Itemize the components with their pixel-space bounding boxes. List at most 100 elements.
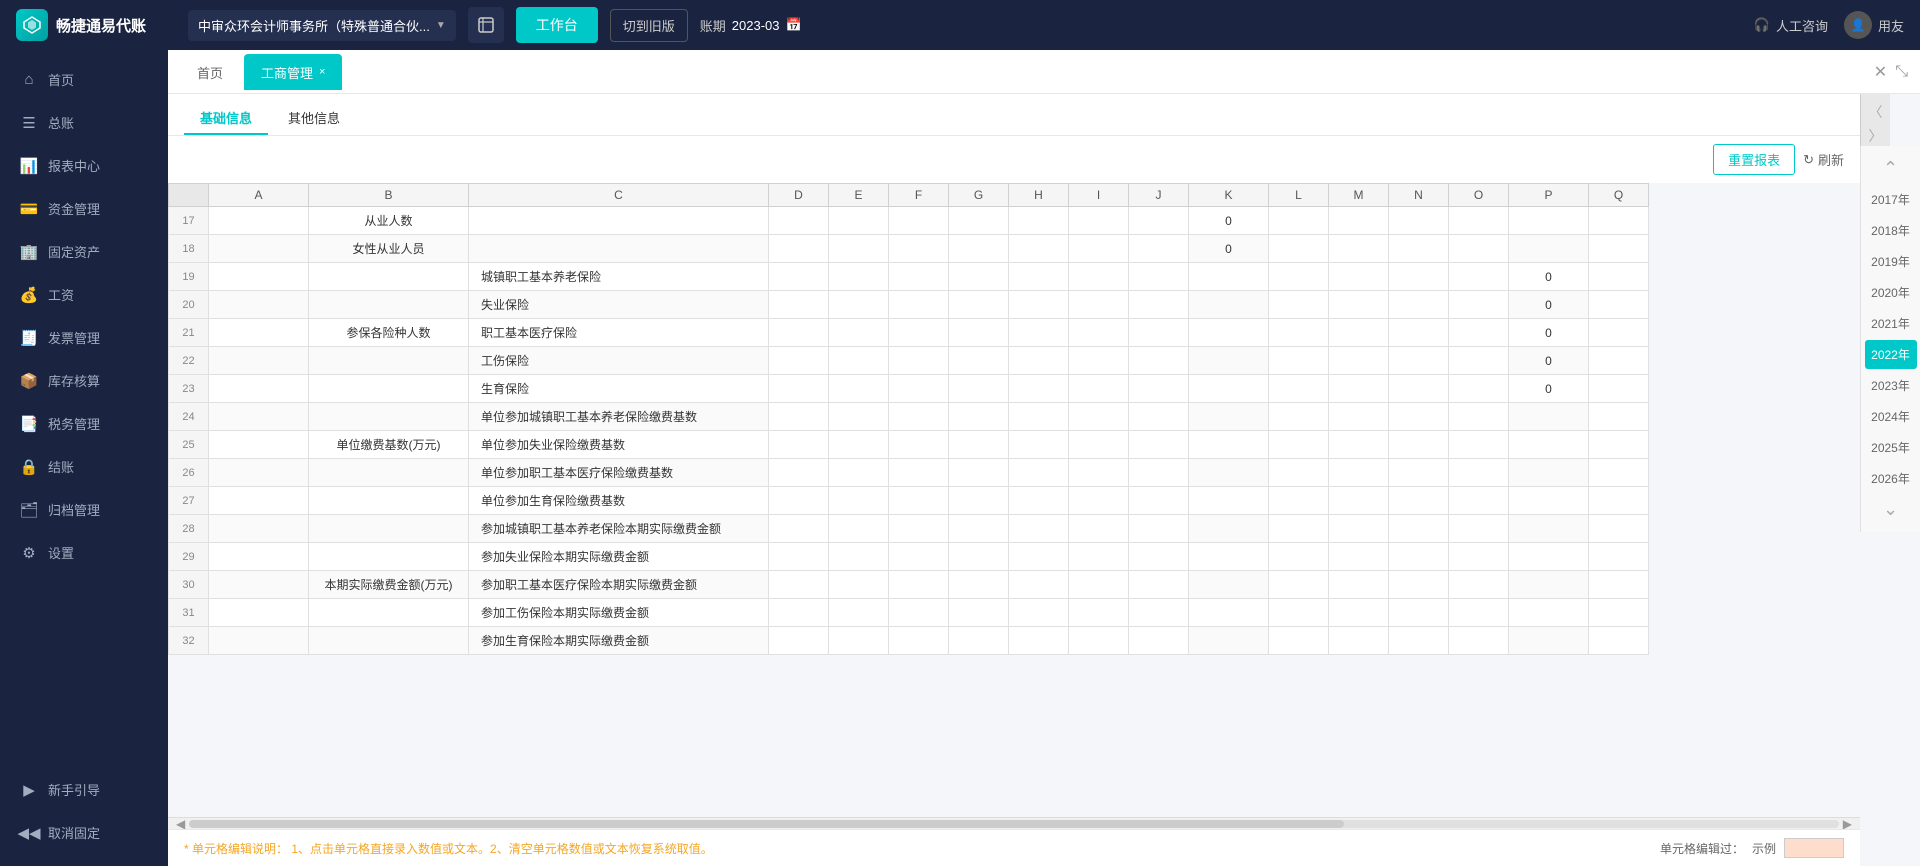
- sidebar-item-ledger[interactable]: ☰ 总账: [0, 101, 168, 144]
- cell-col-o[interactable]: [1449, 263, 1509, 291]
- cell-col-p[interactable]: [1509, 403, 1589, 431]
- cell-col-f[interactable]: [889, 403, 949, 431]
- cell-col-i[interactable]: [1069, 515, 1129, 543]
- cell-col-f[interactable]: [889, 263, 949, 291]
- cell-col-g[interactable]: [949, 319, 1009, 347]
- cell-col-o[interactable]: [1449, 487, 1509, 515]
- cell-col-l[interactable]: [1269, 207, 1329, 235]
- cell-col-o[interactable]: [1449, 207, 1509, 235]
- cell-col-p[interactable]: [1509, 599, 1589, 627]
- cell-col-l[interactable]: [1269, 319, 1329, 347]
- cell-col-l[interactable]: [1269, 235, 1329, 263]
- cell-col-k[interactable]: 0: [1189, 235, 1269, 263]
- cell-col-f[interactable]: [889, 459, 949, 487]
- cell-col-m[interactable]: [1329, 263, 1389, 291]
- cell-col-n[interactable]: [1389, 235, 1449, 263]
- cell-col-l[interactable]: [1269, 459, 1329, 487]
- cell-col-c[interactable]: 参加失业保险本期实际缴费金额: [469, 543, 769, 571]
- cell-col-j[interactable]: [1129, 319, 1189, 347]
- cell-col-i[interactable]: [1069, 543, 1129, 571]
- cell-col-h[interactable]: [1009, 347, 1069, 375]
- cell-col-c[interactable]: 生育保险: [469, 375, 769, 403]
- sidebar-item-tax[interactable]: 📑 税务管理: [0, 402, 168, 445]
- cell-col-l[interactable]: [1269, 515, 1329, 543]
- cell-col-f[interactable]: [889, 515, 949, 543]
- cell-col-e[interactable]: [829, 571, 889, 599]
- cell-col-m[interactable]: [1329, 515, 1389, 543]
- workbench-button[interactable]: 工作台: [516, 7, 598, 43]
- cell-col-p[interactable]: [1509, 459, 1589, 487]
- cell-col-d[interactable]: [769, 543, 829, 571]
- cell-col-n[interactable]: [1389, 291, 1449, 319]
- spreadsheet[interactable]: A B C D E F G H I J: [168, 183, 1860, 817]
- cell-col-n[interactable]: [1389, 263, 1449, 291]
- cell-col-o[interactable]: [1449, 627, 1509, 655]
- cell-col-g[interactable]: [949, 431, 1009, 459]
- cell-col-m[interactable]: [1329, 627, 1389, 655]
- cell-col-i[interactable]: [1069, 431, 1129, 459]
- horizontal-scrollbar[interactable]: ◀ ▶: [168, 817, 1860, 829]
- cell-col-q[interactable]: [1589, 599, 1649, 627]
- cell-col-j[interactable]: [1129, 459, 1189, 487]
- cell-col-c[interactable]: 参加生育保险本期实际缴费金额: [469, 627, 769, 655]
- cell-col-g[interactable]: [949, 263, 1009, 291]
- cell-col-k[interactable]: [1189, 375, 1269, 403]
- cell-col-q[interactable]: [1589, 627, 1649, 655]
- tab-home[interactable]: 首页: [180, 54, 240, 90]
- year-item[interactable]: 2024年: [1865, 402, 1917, 431]
- cell-col-o[interactable]: [1449, 515, 1509, 543]
- cell-col-i[interactable]: [1069, 235, 1129, 263]
- sidebar-item-settings[interactable]: ⚙ 设置: [0, 531, 168, 574]
- cell-col-j[interactable]: [1129, 263, 1189, 291]
- cell-col-n[interactable]: [1389, 459, 1449, 487]
- cell-col-b[interactable]: [309, 599, 469, 627]
- cell-col-j[interactable]: [1129, 347, 1189, 375]
- cell-col-m[interactable]: [1329, 599, 1389, 627]
- cell-col-h[interactable]: [1009, 319, 1069, 347]
- cell-col-f[interactable]: [889, 375, 949, 403]
- sidebar-item-reports[interactable]: 📊 报表中心: [0, 144, 168, 187]
- cell-col-b[interactable]: [309, 347, 469, 375]
- cell-col-i[interactable]: [1069, 347, 1129, 375]
- cell-col-h[interactable]: [1009, 263, 1069, 291]
- cell-col-p[interactable]: 0: [1509, 263, 1589, 291]
- year-item[interactable]: 2017年: [1865, 185, 1917, 214]
- sub-tab-other[interactable]: 其他信息: [272, 102, 356, 135]
- cell-col-o[interactable]: [1449, 319, 1509, 347]
- cell-col-k[interactable]: [1189, 347, 1269, 375]
- cell-col-g[interactable]: [949, 235, 1009, 263]
- cell-col-d[interactable]: [769, 347, 829, 375]
- cell-col-f[interactable]: [889, 319, 949, 347]
- cell-col-k[interactable]: [1189, 627, 1269, 655]
- sidebar-item-salary[interactable]: 💰 工资: [0, 273, 168, 316]
- cell-col-d[interactable]: [769, 375, 829, 403]
- cell-col-n[interactable]: [1389, 347, 1449, 375]
- company-selector[interactable]: 中审众环会计师事务所（特殊普通合伙... ▼: [188, 10, 456, 41]
- cell-col-f[interactable]: [889, 599, 949, 627]
- cell-col-o[interactable]: [1449, 291, 1509, 319]
- cell-col-b[interactable]: [309, 403, 469, 431]
- cell-col-d[interactable]: [769, 403, 829, 431]
- cell-col-a[interactable]: [209, 347, 309, 375]
- cell-col-n[interactable]: [1389, 431, 1449, 459]
- cell-col-p[interactable]: [1509, 487, 1589, 515]
- cell-col-d[interactable]: [769, 515, 829, 543]
- cell-col-c[interactable]: [469, 207, 769, 235]
- cell-col-c[interactable]: 单位参加失业保险缴费基数: [469, 431, 769, 459]
- cell-col-d[interactable]: [769, 319, 829, 347]
- cell-col-m[interactable]: [1329, 543, 1389, 571]
- cell-col-h[interactable]: [1009, 235, 1069, 263]
- cell-col-i[interactable]: [1069, 571, 1129, 599]
- year-item[interactable]: 2018年: [1865, 216, 1917, 245]
- cell-col-h[interactable]: [1009, 291, 1069, 319]
- cell-col-o[interactable]: [1449, 375, 1509, 403]
- company-settings-button[interactable]: [468, 7, 504, 43]
- cell-col-m[interactable]: [1329, 431, 1389, 459]
- cell-col-q[interactable]: [1589, 459, 1649, 487]
- cell-col-a[interactable]: [209, 207, 309, 235]
- cell-col-e[interactable]: [829, 291, 889, 319]
- cell-col-k[interactable]: [1189, 263, 1269, 291]
- calendar-icon[interactable]: 📅: [786, 17, 802, 33]
- consultant-button[interactable]: 🎧 人工咨询: [1754, 16, 1828, 35]
- cell-col-h[interactable]: [1009, 459, 1069, 487]
